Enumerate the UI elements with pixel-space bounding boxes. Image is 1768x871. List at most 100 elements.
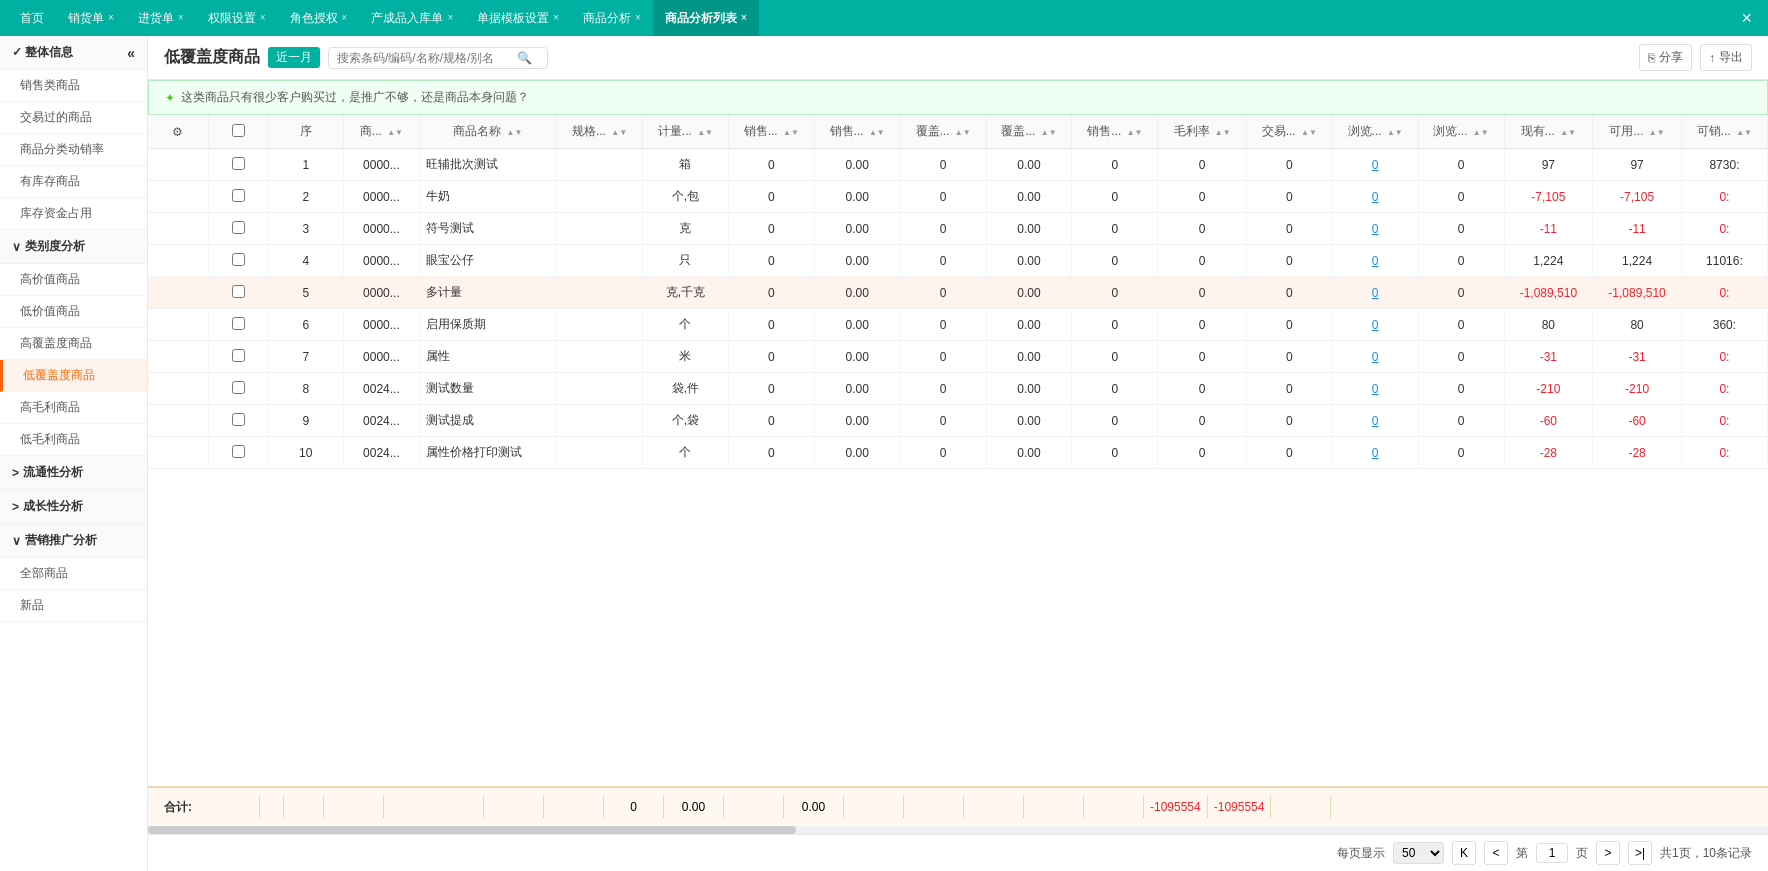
- nav-item-analysis[interactable]: 商品分析 ×: [571, 0, 653, 36]
- th-gross-rate[interactable]: 毛利率 ▲▼: [1158, 115, 1246, 149]
- cell-view1-7[interactable]: 0: [1332, 373, 1418, 405]
- th-sales-amt[interactable]: 销售... ▲▼: [814, 115, 900, 149]
- cell-checkbox-3[interactable]: [208, 245, 268, 277]
- nav-close-permissions[interactable]: ×: [260, 0, 266, 36]
- nav-item-permissions[interactable]: 权限设置 ×: [196, 0, 278, 36]
- collapse-sidebar-icon[interactable]: «: [127, 45, 135, 61]
- next-page-btn[interactable]: >: [1596, 841, 1620, 865]
- cell-view1-6[interactable]: 0: [1332, 341, 1418, 373]
- time-filter-btn[interactable]: 近一月: [268, 47, 320, 68]
- cell-view1-5[interactable]: 0: [1332, 309, 1418, 341]
- cell-checkbox-4[interactable]: [208, 277, 268, 309]
- sidebar-item-all-goods[interactable]: 全部商品: [0, 558, 147, 590]
- cell-checkbox-0[interactable]: [208, 149, 268, 181]
- cell-checkbox-7[interactable]: [208, 373, 268, 405]
- cell-view1-4[interactable]: 0: [1332, 277, 1418, 309]
- close-window-icon[interactable]: ×: [1733, 8, 1760, 29]
- sidebar-item-in-stock[interactable]: 有库存商品: [0, 166, 147, 198]
- th-code[interactable]: 商... ▲▼: [344, 115, 420, 149]
- nav-close-sales[interactable]: ×: [108, 0, 114, 36]
- prev-page-btn[interactable]: <: [1484, 841, 1508, 865]
- nav-item-templates[interactable]: 单据模板设置 ×: [465, 0, 571, 36]
- th-view1[interactable]: 浏览... ▲▼: [1332, 115, 1418, 149]
- th-sales-qty[interactable]: 销售... ▲▼: [728, 115, 814, 149]
- cell-checkbox-9[interactable]: [208, 437, 268, 469]
- sidebar-item-category-rate[interactable]: 商品分类动销率: [0, 134, 147, 166]
- th-sales-rate[interactable]: 销售... ▲▼: [1072, 115, 1158, 149]
- th-available[interactable]: 可用... ▲▼: [1593, 115, 1682, 149]
- nav-close-analysis-list[interactable]: ×: [741, 0, 747, 36]
- row-checkbox-9[interactable]: [232, 445, 245, 458]
- per-page-select[interactable]: 50 100 200: [1393, 842, 1444, 864]
- share-button[interactable]: ⎘ 分享: [1639, 44, 1692, 71]
- row-checkbox-8[interactable]: [232, 413, 245, 426]
- sidebar-item-new-goods[interactable]: 新品: [0, 590, 147, 622]
- nav-item-roles[interactable]: 角色授权 ×: [278, 0, 360, 36]
- row-checkbox-2[interactable]: [232, 221, 245, 234]
- th-unit[interactable]: 计量... ▲▼: [642, 115, 728, 149]
- first-page-btn[interactable]: K: [1452, 841, 1476, 865]
- sidebar-item-capital[interactable]: 库存资金占用: [0, 198, 147, 230]
- cell-view1-0[interactable]: 0: [1332, 149, 1418, 181]
- nav-item-analysis-list[interactable]: 商品分析列表 ×: [653, 0, 759, 36]
- sidebar-section-category[interactable]: ∨ 类别度分析: [0, 230, 147, 264]
- sidebar-section-overall[interactable]: ✓ 整体信息 «: [0, 36, 147, 70]
- cell-checkbox-5[interactable]: [208, 309, 268, 341]
- th-view2[interactable]: 浏览... ▲▼: [1418, 115, 1504, 149]
- row-checkbox-1[interactable]: [232, 189, 245, 202]
- select-all-checkbox[interactable]: [232, 124, 245, 137]
- row-checkbox-7[interactable]: [232, 381, 245, 394]
- th-settings[interactable]: ⚙: [148, 115, 208, 149]
- sidebar-item-traded-goods[interactable]: 交易过的商品: [0, 102, 147, 134]
- row-checkbox-4[interactable]: [232, 285, 245, 298]
- page-number-input[interactable]: [1536, 843, 1568, 863]
- cell-view1-9[interactable]: 0: [1332, 437, 1418, 469]
- nav-close-analysis[interactable]: ×: [635, 0, 641, 36]
- sidebar-item-low-coverage[interactable]: 低覆盖度商品: [0, 360, 147, 392]
- cell-unit-0: 箱: [642, 149, 728, 181]
- cell-view1-2[interactable]: 0: [1332, 213, 1418, 245]
- row-checkbox-5[interactable]: [232, 317, 245, 330]
- cell-checkbox-8[interactable]: [208, 405, 268, 437]
- cell-checkbox-2[interactable]: [208, 213, 268, 245]
- search-input[interactable]: [337, 51, 517, 65]
- nav-item-sales[interactable]: 销货单 ×: [56, 0, 126, 36]
- th-spec[interactable]: 规格... ▲▼: [557, 115, 643, 149]
- row-checkbox-0[interactable]: [232, 157, 245, 170]
- th-trade[interactable]: 交易... ▲▼: [1246, 115, 1332, 149]
- cell-view1-3[interactable]: 0: [1332, 245, 1418, 277]
- sidebar-item-low-gross[interactable]: 低毛利商品: [0, 424, 147, 456]
- th-coverage2[interactable]: 覆盖... ▲▼: [986, 115, 1072, 149]
- sidebar-item-high-gross[interactable]: 高毛利商品: [0, 392, 147, 424]
- sidebar-section-growth[interactable]: > 成长性分析: [0, 490, 147, 524]
- nav-close-templates[interactable]: ×: [553, 0, 559, 36]
- th-checkbox[interactable]: [208, 115, 268, 149]
- sidebar-item-sales-goods[interactable]: 销售类商品: [0, 70, 147, 102]
- nav-close-products[interactable]: ×: [447, 0, 453, 36]
- nav-close-roles[interactable]: ×: [342, 0, 348, 36]
- row-checkbox-6[interactable]: [232, 349, 245, 362]
- horizontal-scrollbar[interactable]: [148, 826, 1768, 834]
- sidebar-item-high-coverage[interactable]: 高覆盖度商品: [0, 328, 147, 360]
- nav-item-home[interactable]: 首页: [8, 0, 56, 36]
- th-current[interactable]: 现有... ▲▼: [1504, 115, 1593, 149]
- th-saleable[interactable]: 可销... ▲▼: [1681, 115, 1767, 149]
- sidebar-item-high-value[interactable]: 高价值商品: [0, 264, 147, 296]
- th-coverage1[interactable]: 覆盖... ▲▼: [900, 115, 986, 149]
- cell-sales-qty-2: 0: [728, 213, 814, 245]
- sidebar-item-low-value[interactable]: 低价值商品: [0, 296, 147, 328]
- export-button[interactable]: ↑ 导出: [1700, 44, 1752, 71]
- cell-checkbox-1[interactable]: [208, 181, 268, 213]
- sidebar-section-marketing[interactable]: ∨ 营销推广分析: [0, 524, 147, 558]
- cell-checkbox-6[interactable]: [208, 341, 268, 373]
- last-page-btn[interactable]: >|: [1628, 841, 1652, 865]
- cell-view1-8[interactable]: 0: [1332, 405, 1418, 437]
- search-icon[interactable]: 🔍: [517, 51, 532, 65]
- cell-view1-1[interactable]: 0: [1332, 181, 1418, 213]
- row-checkbox-3[interactable]: [232, 253, 245, 266]
- nav-item-purchase[interactable]: 进货单 ×: [126, 0, 196, 36]
- nav-item-products[interactable]: 产成品入库单 ×: [359, 0, 465, 36]
- sidebar-section-flow[interactable]: > 流通性分析: [0, 456, 147, 490]
- th-name[interactable]: 商品名称 ▲▼: [419, 115, 556, 149]
- nav-close-purchase[interactable]: ×: [178, 0, 184, 36]
